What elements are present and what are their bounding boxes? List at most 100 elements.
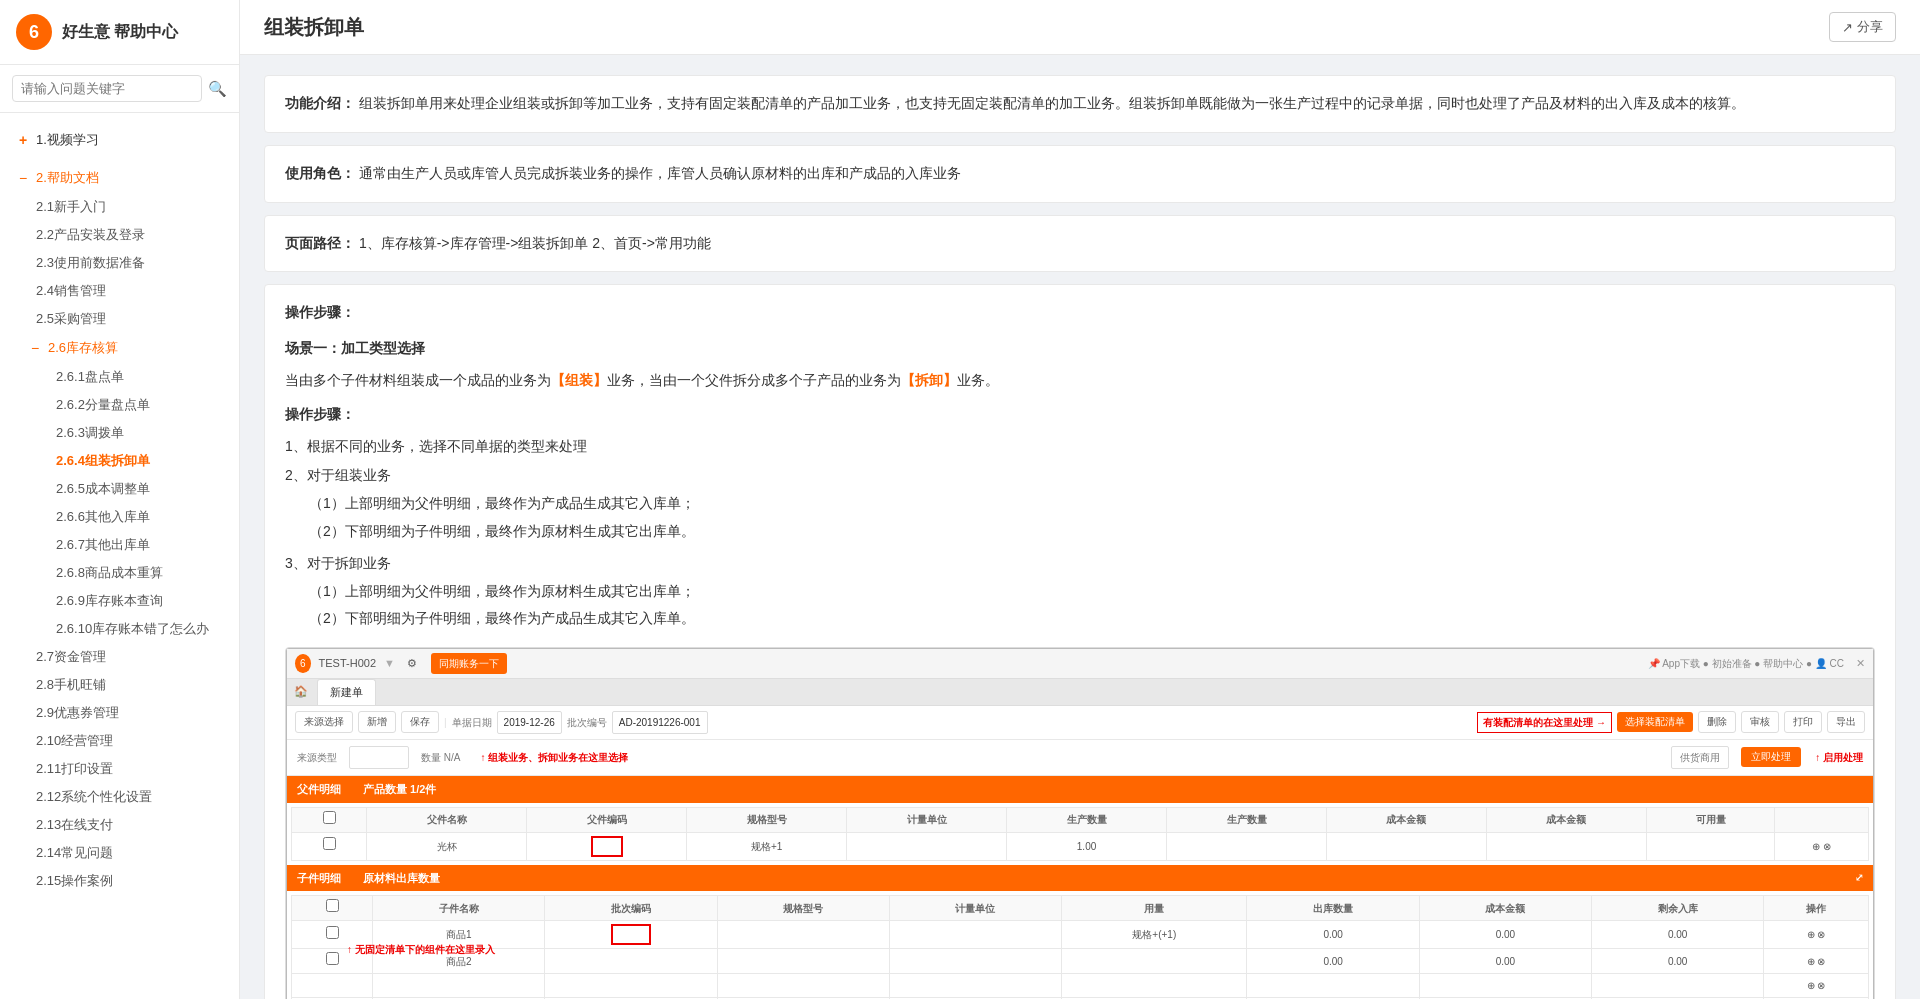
user-role-text: 通常由生产人员或库管人员完成拆装业务的操作，库管人员确认原材料的出库和产成品的入… bbox=[359, 165, 961, 181]
sidebar-item-28[interactable]: 2.8手机旺铺 bbox=[0, 671, 239, 699]
sim-section-header-bottom: 子件明细 原材料出库数量 ⤢ bbox=[287, 865, 1873, 892]
step2: 2、对于组装业务 bbox=[285, 464, 1875, 488]
search-area: 🔍 bbox=[0, 65, 239, 113]
sim-screen: 6 TEST-H002 ▼ ⚙ 同期账务一下 📌 App下载 ● 初始准备 ● … bbox=[286, 648, 1874, 999]
step2-2: （2）下部明细为子件明细，最终作为原材料生成其它出库单。 bbox=[285, 520, 1875, 544]
sim-btn-delete[interactable]: 删除 bbox=[1698, 711, 1736, 733]
page-path-label: 页面路径： bbox=[285, 235, 355, 251]
sidebar-item-213[interactable]: 2.13在线支付 bbox=[0, 811, 239, 839]
search-input[interactable] bbox=[12, 75, 202, 102]
sidebar-item-262[interactable]: 2.6.2分量盘点单 bbox=[20, 391, 239, 419]
sidebar-item-266[interactable]: 2.6.6其他入库单 bbox=[20, 503, 239, 531]
th-cost: 成本金额 bbox=[1326, 807, 1486, 832]
user-role-label: 使用角色： bbox=[285, 165, 355, 181]
sub-table-row: 商品1 规格+(+1) 0.00 0.00 0.00 ⊕ ⊗ bbox=[292, 921, 1869, 949]
sidebar-item-264[interactable]: 2.6.4组装拆卸单 bbox=[20, 447, 239, 475]
sim-settings-icon: ⚙ bbox=[407, 654, 417, 673]
screenshot-container: 6 TEST-H002 ▼ ⚙ 同期账务一下 📌 App下载 ● 初始准备 ● … bbox=[285, 647, 1875, 999]
th-cost2: 成本金额 bbox=[1486, 807, 1646, 832]
user-role-block: 使用角色： 通常由生产人员或库管人员完成拆装业务的操作，库管人员确认原材料的出库… bbox=[264, 145, 1896, 203]
sim-annotation-enable: ↑ 启用处理 bbox=[1815, 749, 1863, 766]
sidebar-item-215[interactable]: 2.15操作案例 bbox=[0, 867, 239, 895]
steps-label: 操作步骤： bbox=[285, 403, 1875, 427]
sidebar-item-212[interactable]: 2.12系统个性化设置 bbox=[0, 783, 239, 811]
sim-yongyong-label: 供货商用 bbox=[1671, 746, 1729, 769]
sim-btn-source[interactable]: 来源选择 bbox=[295, 711, 353, 733]
sim-nav-icons: 📌 App下载 ● 初始准备 ● 帮助中心 ● 👤 CC bbox=[1648, 655, 1844, 672]
sidebar-item-docs[interactable]: − 2.帮助文档 bbox=[0, 163, 239, 193]
minus-icon: − bbox=[16, 171, 30, 185]
th-in-qty: 生产数量 bbox=[1167, 807, 1327, 832]
sim-date-label: 单据日期 bbox=[452, 714, 492, 731]
sub-row-checkbox[interactable] bbox=[326, 926, 339, 939]
sidebar-item-214[interactable]: 2.14常见问题 bbox=[0, 839, 239, 867]
th-op bbox=[1775, 807, 1869, 832]
sim-titlebar: 6 TEST-H002 ▼ ⚙ 同期账务一下 📌 App下载 ● 初始准备 ● … bbox=[287, 649, 1873, 679]
feature-intro-text: 组装拆卸单用来处理企业组装或拆卸等加工业务，支持有固定装配清单的产品加工业务，也… bbox=[359, 95, 1745, 111]
sub-row-checkbox-2[interactable] bbox=[326, 952, 339, 965]
sub-table-row: ⊕ ⊗ bbox=[292, 974, 1869, 998]
table-row: 光杯 规格+1 1.00 ⊕ ⊗ bbox=[292, 832, 1869, 860]
sim-btn-confirm[interactable]: 立即处理 bbox=[1741, 747, 1801, 767]
main-area: 组装拆卸单 ↗ 分享 功能介绍： 组装拆卸单用来处理企业组装或拆卸等加工业务，支… bbox=[240, 0, 1920, 999]
share-icon: ↗ bbox=[1842, 20, 1853, 35]
sidebar-item-video[interactable]: + 1.视频学习 bbox=[0, 125, 239, 155]
sidebar-item-261[interactable]: 2.6.1盘点单 bbox=[20, 363, 239, 391]
sidebar-item-27[interactable]: 2.7资金管理 bbox=[0, 643, 239, 671]
sim-sub-table: 子件名称 批次编码 规格型号 计量单位 用量 出库数量 成本金额 剩余入库 操作 bbox=[291, 895, 1869, 999]
step3: 3、对于拆卸业务 bbox=[285, 552, 1875, 576]
th-check bbox=[292, 807, 367, 832]
highlighted-cell bbox=[591, 836, 623, 857]
th-code: 父件编码 bbox=[527, 807, 687, 832]
sim-dropdown-icon: ▼ bbox=[384, 654, 395, 673]
minus-icon-2: − bbox=[28, 341, 42, 355]
sim-home-icon: 🏠 bbox=[287, 679, 315, 705]
sidebar-item-265[interactable]: 2.6.5成本调整单 bbox=[20, 475, 239, 503]
sim-btn-export[interactable]: 导出 bbox=[1827, 711, 1865, 733]
sidebar-label-inventory: 2.6库存核算 bbox=[48, 339, 118, 357]
search-button[interactable]: 🔍 bbox=[208, 80, 227, 98]
feature-intro-block: 功能介绍： 组装拆卸单用来处理企业组装或拆卸等加工业务，支持有固定装配清单的产品… bbox=[264, 75, 1896, 133]
sidebar-item-267[interactable]: 2.6.7其他出库单 bbox=[20, 531, 239, 559]
sub-th-checkbox[interactable] bbox=[326, 899, 339, 912]
th-checkbox[interactable] bbox=[323, 811, 336, 824]
sim-date-value: 2019-12-26 bbox=[497, 711, 562, 734]
nav-tree: + 1.视频学习 − 2.帮助文档 2.1新手入门 2.2产品安装及登录 2.3… bbox=[0, 113, 239, 999]
sub-table-row: 商品2 0.00 0.00 0.00 ⊕ ⊗ bbox=[292, 949, 1869, 974]
sidebar-item-sales[interactable]: 2.4销售管理 bbox=[0, 277, 239, 305]
sidebar-item-newuser[interactable]: 2.1新手入门 bbox=[0, 193, 239, 221]
sim-top-table: 父件名称 父件编码 规格型号 计量单位 生产数量 生产数量 成本金额 成本金额 … bbox=[291, 807, 1869, 861]
step3-1: （1）上部明细为父件明细，最终作为原材料生成其它出库单； bbox=[285, 580, 1875, 604]
sidebar-item-29[interactable]: 2.9优惠券管理 bbox=[0, 699, 239, 727]
sidebar-item-211[interactable]: 2.11打印设置 bbox=[0, 755, 239, 783]
sim-bottom-table-wrapper: ↑ 无固定清单下的组件在这里录入 子件名称 批次编码 规格型号 计量单位 用量 bbox=[287, 891, 1873, 999]
row-checkbox[interactable] bbox=[323, 837, 336, 850]
step2-1: （1）上部明细为父件明细，最终作为产成品生成其它入库单； bbox=[285, 492, 1875, 516]
sidebar-item-263[interactable]: 2.6.3调拨单 bbox=[20, 419, 239, 447]
sidebar-item-install[interactable]: 2.2产品安装及登录 bbox=[0, 221, 239, 249]
th-unit: 计量单位 bbox=[847, 807, 1007, 832]
page-title: 组装拆卸单 bbox=[264, 14, 364, 41]
step3-2: （2）下部明细为子件明细，最终作为产成品生成其它入库单。 bbox=[285, 607, 1875, 631]
sidebar-item-2610[interactable]: 2.6.10库存账本错了怎么办 bbox=[20, 615, 239, 643]
sim-btn-new[interactable]: 新增 bbox=[358, 711, 396, 733]
sidebar-label-1: 1.视频学习 bbox=[36, 131, 99, 149]
sidebar-item-269[interactable]: 2.6.9库存账本查询 bbox=[20, 587, 239, 615]
sidebar-item-210[interactable]: 2.10经营管理 bbox=[0, 727, 239, 755]
scene1-desc: 当由多个子件材料组装成一个成品的业务为【组装】业务，当由一个父件拆分成多个子产品… bbox=[285, 369, 1875, 393]
page-path-block: 页面路径： 1、库存核算->库存管理->组装拆卸单 2、首页->常用功能 bbox=[264, 215, 1896, 273]
sidebar-item-inventory[interactable]: − 2.6库存核算 bbox=[0, 333, 239, 363]
sidebar-item-data-prep[interactable]: 2.3使用前数据准备 bbox=[0, 249, 239, 277]
sim-tab-new[interactable]: 新建单 bbox=[317, 679, 376, 705]
sim-btn-save[interactable]: 保存 bbox=[401, 711, 439, 733]
sim-btn-print[interactable]: 打印 bbox=[1784, 711, 1822, 733]
share-button[interactable]: ↗ 分享 bbox=[1829, 12, 1896, 42]
sim-top-table-wrapper: 父件名称 父件编码 规格型号 计量单位 生产数量 生产数量 成本金额 成本金额 … bbox=[287, 803, 1873, 865]
nav-section-1: + 1.视频学习 bbox=[0, 121, 239, 159]
sim-btn-audit[interactable]: 审核 bbox=[1741, 711, 1779, 733]
sidebar-item-268[interactable]: 2.6.8商品成本重算 bbox=[20, 559, 239, 587]
sim-btn-bom[interactable]: 选择装配清单 bbox=[1617, 712, 1693, 732]
sidebar-item-purchase[interactable]: 2.5采购管理 bbox=[0, 305, 239, 333]
sim-type-label: 来源类型 bbox=[297, 749, 337, 766]
operation-steps-block: 操作步骤： 场景一：加工类型选择 当由多个子件材料组装成一个成品的业务为【组装】… bbox=[264, 284, 1896, 999]
